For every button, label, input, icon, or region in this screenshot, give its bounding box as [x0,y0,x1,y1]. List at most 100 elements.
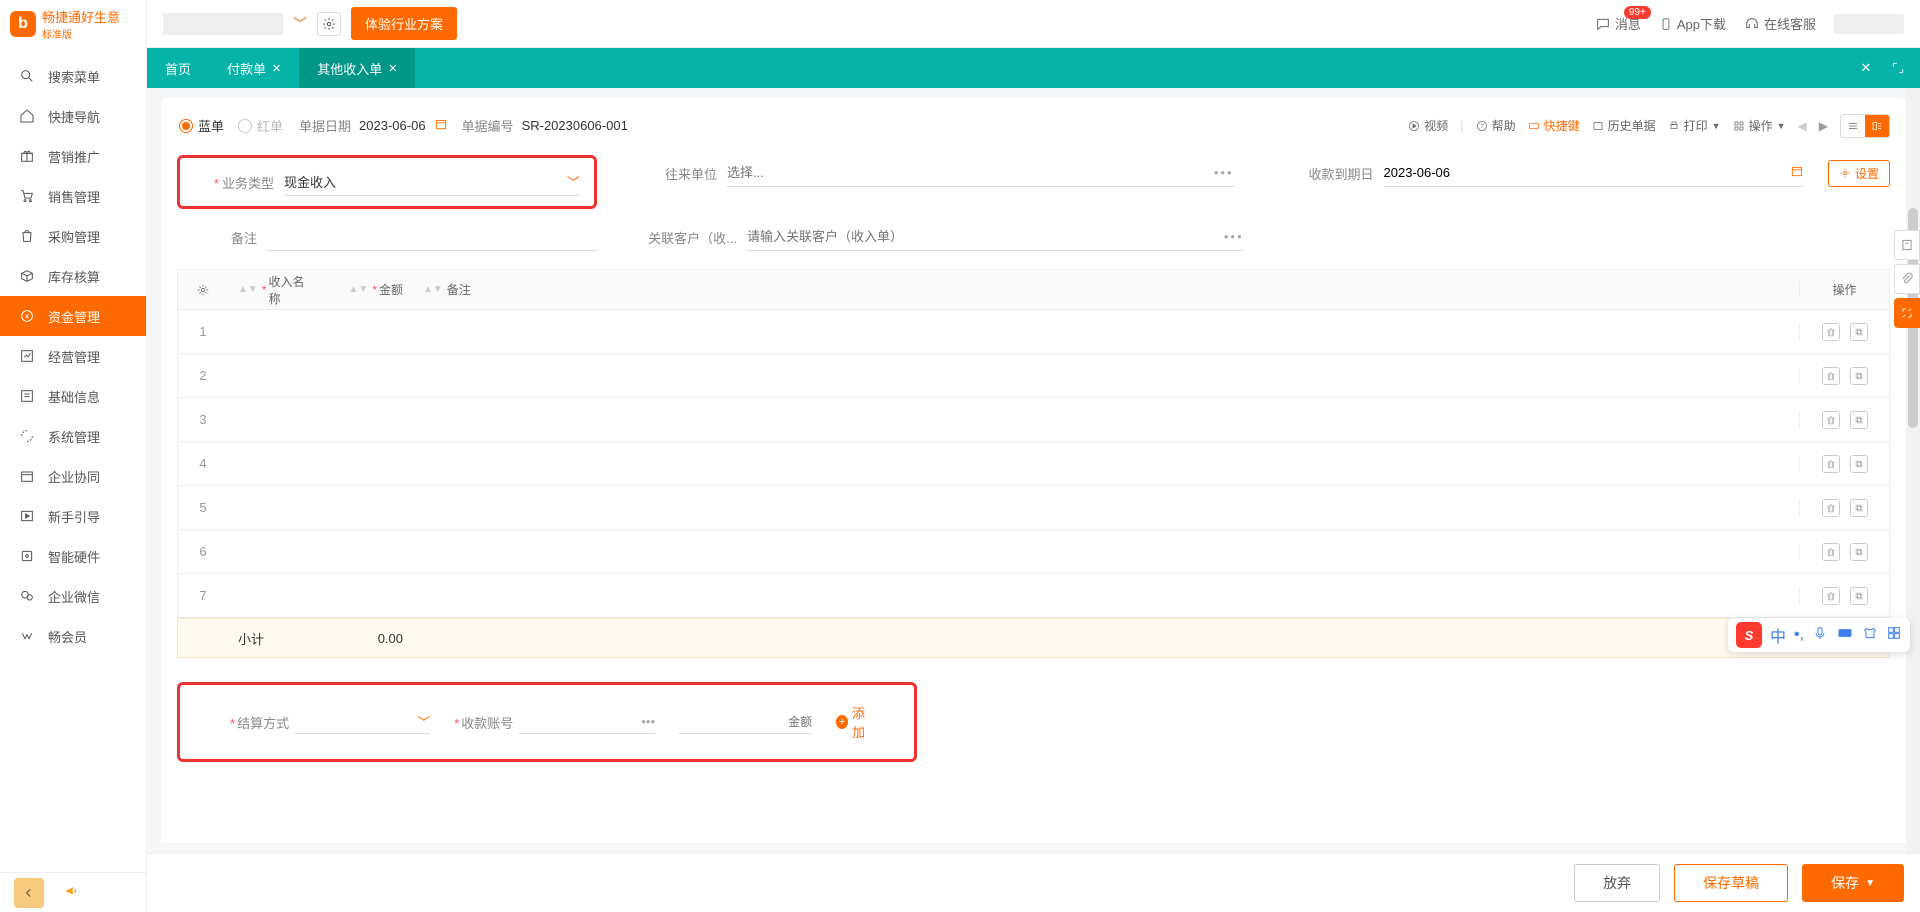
float-note-button[interactable] [1894,230,1920,260]
user-placeholder[interactable] [1834,14,1904,34]
copy-row-button[interactable] [1850,411,1868,429]
table-row[interactable]: 5 [178,486,1889,530]
nav-system[interactable]: 系统管理 [0,416,146,456]
relate-customer-input[interactable] [747,225,1224,248]
view-detail-button[interactable] [1865,115,1889,137]
nav-hardware[interactable]: 智能硬件 [0,536,146,576]
settle-account-select[interactable]: ••• [519,710,655,734]
nav-collab[interactable]: 企业协同 [0,456,146,496]
nav-basic[interactable]: 基础信息 [0,376,146,416]
float-expand-button[interactable] [1894,298,1920,328]
ime-floating-bar[interactable]: S 中 •, [1728,618,1910,652]
shortcut-button[interactable]: 快捷键 [1528,117,1580,134]
collapse-button[interactable] [14,878,44,908]
nav-search[interactable]: 搜索菜单 [0,56,146,96]
delete-row-button[interactable] [1822,455,1840,473]
partner-input[interactable] [727,161,1214,184]
nav-member[interactable]: 畅会员 [0,616,146,656]
ime-skin-icon[interactable] [1862,625,1878,646]
ime-punct-icon[interactable]: •, [1794,626,1804,644]
calendar-icon[interactable] [1790,164,1804,181]
nav-guide[interactable]: 新手引导 [0,496,146,536]
more-icon[interactable]: ••• [641,714,655,729]
table-row[interactable]: 1 [178,310,1889,354]
ime-mic-icon[interactable] [1812,625,1828,646]
col-income-name[interactable]: ▲▼*收入名称 [228,273,323,307]
settle-amount-input[interactable] [679,715,812,729]
add-settlement-button[interactable]: + 添加 [836,703,874,741]
doc-date-value[interactable]: 2023-06-06 [359,118,426,133]
copy-row-button[interactable] [1850,323,1868,341]
biz-type-input[interactable] [284,170,567,193]
nav-marketing[interactable]: 营销推广 [0,136,146,176]
table-row[interactable]: 7 [178,574,1889,618]
due-date-input[interactable] [1384,161,1790,184]
settle-method-select[interactable]: ﹀ [295,710,430,734]
settings-gear-button[interactable] [317,12,341,36]
sound-button[interactable] [64,883,80,902]
delete-row-button[interactable] [1822,367,1840,385]
table-row[interactable]: 2 [178,354,1889,398]
nav-quicknav[interactable]: 快捷导航 [0,96,146,136]
ime-keyboard-icon[interactable] [1836,625,1854,646]
delete-row-button[interactable] [1822,411,1840,429]
tab-home[interactable]: 首页 [147,48,209,88]
org-dropdown-caret[interactable]: ﹀ [293,14,307,34]
col-amount[interactable]: ▲▼*金额 [323,281,413,298]
partner-select[interactable]: ••• [727,159,1234,187]
support-button[interactable]: 在线客服 [1744,14,1816,33]
copy-row-button[interactable] [1850,587,1868,605]
tab-expand-button[interactable] [1884,54,1912,82]
more-icon[interactable]: ••• [1214,165,1234,180]
copy-row-button[interactable] [1850,543,1868,561]
video-button[interactable]: 视频 [1408,117,1448,134]
nav-sales[interactable]: 销售管理 [0,176,146,216]
ime-tools-icon[interactable] [1886,625,1902,646]
ime-lang[interactable]: 中 [1770,623,1786,647]
trial-button[interactable]: 体验行业方案 [351,7,457,40]
operate-button[interactable]: 操作▼ [1733,117,1786,134]
view-list-button[interactable] [1841,115,1865,137]
table-row[interactable]: 6 [178,530,1889,574]
delete-row-button[interactable] [1822,543,1840,561]
close-icon[interactable]: ✕ [388,62,397,75]
close-icon[interactable]: ✕ [272,62,281,75]
calendar-icon[interactable] [434,117,448,134]
messages-button[interactable]: 消息 99+ [1595,14,1641,33]
more-icon[interactable]: ••• [1224,229,1244,244]
chevron-down-icon[interactable]: ﹀ [567,172,580,191]
table-row[interactable]: 4 [178,442,1889,486]
relate-customer-select[interactable]: ••• [747,223,1244,251]
table-row[interactable]: 3 [178,398,1889,442]
save-button[interactable]: 保存▼ [1802,864,1904,902]
nav-business[interactable]: 经营管理 [0,336,146,376]
due-date-input-wrap[interactable] [1384,159,1804,187]
tab-close-all-button[interactable]: ✕ [1852,54,1880,82]
nav-wechat[interactable]: 企业微信 [0,576,146,616]
scrollbar[interactable] [1906,88,1920,853]
help-button[interactable]: ?帮助 [1476,117,1516,134]
tab-payment[interactable]: 付款单✕ [209,48,299,88]
delete-row-button[interactable] [1822,323,1840,341]
settings-button[interactable]: 设置 [1828,160,1890,187]
copy-row-button[interactable] [1850,367,1868,385]
prev-button[interactable]: ◀ [1798,119,1807,133]
nav-inventory[interactable]: 库存核算 [0,256,146,296]
save-draft-button[interactable]: 保存草稿 [1674,864,1788,902]
nav-funds[interactable]: ¥资金管理 [0,296,146,336]
col-remark[interactable]: ▲▼备注 [413,281,1799,298]
remark-input[interactable] [267,225,597,248]
nav-purchase[interactable]: 采购管理 [0,216,146,256]
copy-row-button[interactable] [1850,455,1868,473]
float-attach-button[interactable] [1894,264,1920,294]
settle-amount-input-wrap[interactable] [679,710,812,734]
chevron-down-icon[interactable]: ﹀ [417,712,430,731]
discard-button[interactable]: 放弃 [1574,864,1660,902]
print-button[interactable]: 打印▼ [1668,117,1721,134]
app-download-button[interactable]: App下载 [1659,14,1726,33]
copy-row-button[interactable] [1850,499,1868,517]
history-button[interactable]: 历史单据 [1592,117,1656,134]
radio-red[interactable]: 红单 [238,116,283,135]
table-config-button[interactable] [178,283,228,297]
biz-type-select[interactable]: ﹀ [284,168,580,196]
